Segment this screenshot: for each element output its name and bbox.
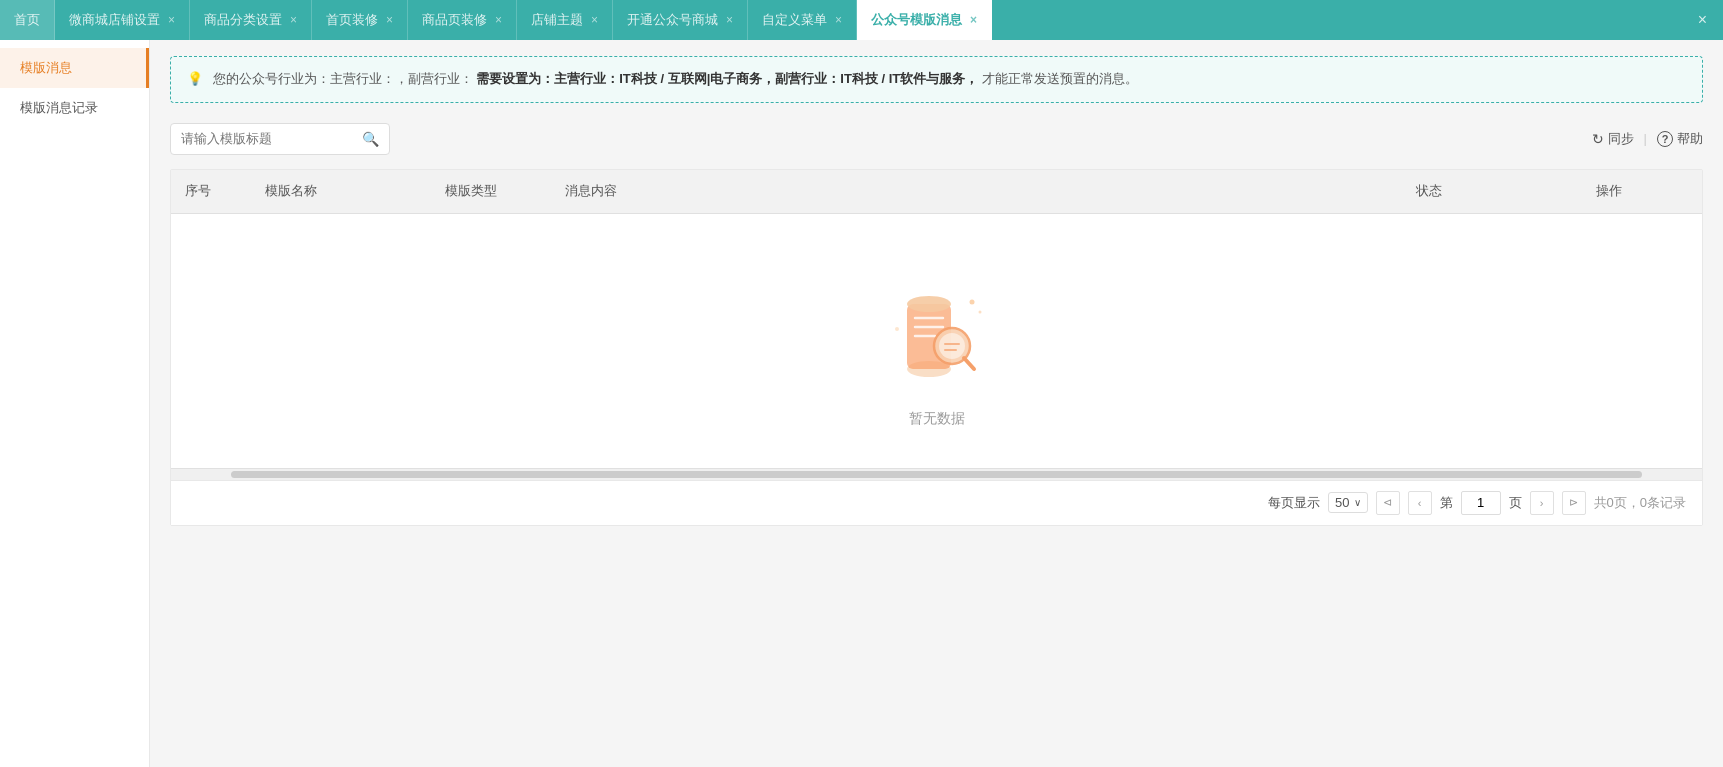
th-seq: 序号	[171, 182, 251, 200]
tab-category[interactable]: 商品分类设置 ×	[190, 0, 312, 40]
th-type: 模版类型	[431, 182, 551, 200]
search-actions: ↻ 同步 | ? 帮助	[1592, 130, 1703, 148]
horizontal-scrollbar[interactable]	[171, 468, 1702, 480]
tab-custommenu[interactable]: 自定义菜单 ×	[748, 0, 857, 40]
tab-templatemsg-close[interactable]: ×	[970, 13, 977, 27]
table-header: 序号 模版名称 模版类型 消息内容 状态 操作	[171, 170, 1702, 214]
tab-bar-close-all[interactable]: ×	[1682, 11, 1723, 29]
search-input-wrap: 🔍	[170, 123, 390, 155]
scrollbar-thumb[interactable]	[231, 471, 1642, 478]
svg-point-13	[895, 327, 899, 331]
page-suffix: 页	[1509, 494, 1522, 512]
pagination: 每页显示 50 ∨ ⊲ ‹ 第 页 › ⊳ 共0页，0条记录	[171, 480, 1702, 525]
tab-weshop[interactable]: 微商城店铺设置 ×	[55, 0, 190, 40]
help-button[interactable]: ? 帮助	[1657, 130, 1703, 148]
page-prefix: 第	[1440, 494, 1453, 512]
table-wrap: 序号 模版名称 模版类型 消息内容 状态 操作	[170, 169, 1703, 526]
empty-text: 暂无数据	[909, 410, 965, 428]
page-last-button[interactable]: ⊳	[1562, 491, 1586, 515]
chevron-down-icon: ∨	[1354, 497, 1361, 508]
tab-weshop-close[interactable]: ×	[168, 13, 175, 27]
empty-state: 暂无数据	[171, 214, 1702, 468]
page-prev-button[interactable]: ‹	[1408, 491, 1432, 515]
divider: |	[1644, 131, 1647, 146]
th-name: 模版名称	[251, 182, 431, 200]
tab-category-close[interactable]: ×	[290, 13, 297, 27]
svg-line-8	[964, 358, 974, 369]
tab-theme-close[interactable]: ×	[591, 13, 598, 27]
tab-home[interactable]: 首页	[0, 0, 55, 40]
tab-templatemsg[interactable]: 公众号模版消息 ×	[857, 0, 992, 40]
svg-point-7	[939, 333, 965, 359]
content-area: 💡 您的公众号行业为：主营行业：，副营行业： 需要设置为：主营行业：IT科技 /…	[150, 40, 1723, 767]
tab-homepage[interactable]: 首页装修 ×	[312, 0, 408, 40]
main-layout: 模版消息 模版消息记录 💡 您的公众号行业为：主营行业：，副营行业： 需要设置为…	[0, 40, 1723, 767]
page-size-label: 每页显示	[1268, 494, 1320, 512]
notice-box: 💡 您的公众号行业为：主营行业：，副营行业： 需要设置为：主营行业：IT科技 /…	[170, 56, 1703, 103]
search-icon[interactable]: 🔍	[362, 131, 379, 147]
refresh-icon: ↻	[1592, 131, 1604, 147]
help-icon: ?	[1657, 131, 1673, 147]
notice-highlight: 需要设置为：主营行业：IT科技 / 互联网|电子商务，副营行业：IT科技 / I…	[476, 71, 978, 86]
sidebar-item-template-msg[interactable]: 模版消息	[0, 48, 149, 88]
sidebar-item-template-msg-log[interactable]: 模版消息记录	[0, 88, 149, 128]
tab-theme[interactable]: 店铺主题 ×	[517, 0, 613, 40]
tab-bar: 首页 微商城店铺设置 × 商品分类设置 × 首页装修 × 商品页装修 × 店铺主…	[0, 0, 1723, 40]
tab-productpage-close[interactable]: ×	[495, 13, 502, 27]
page-size-select[interactable]: 50 ∨	[1328, 492, 1367, 513]
search-bar: 🔍 ↻ 同步 | ? 帮助	[170, 123, 1703, 155]
tab-openshop-close[interactable]: ×	[726, 13, 733, 27]
svg-point-11	[969, 299, 974, 304]
page-total: 共0页，0条记录	[1594, 494, 1686, 512]
tab-custommenu-close[interactable]: ×	[835, 13, 842, 27]
search-input[interactable]	[181, 131, 356, 146]
tab-openshop[interactable]: 开通公众号商城 ×	[613, 0, 748, 40]
sidebar: 模版消息 模版消息记录	[0, 40, 150, 767]
tab-productpage[interactable]: 商品页装修 ×	[408, 0, 517, 40]
svg-point-2	[907, 296, 951, 312]
empty-icon	[877, 274, 997, 394]
th-status: 状态	[1402, 182, 1582, 200]
tab-homepage-close[interactable]: ×	[386, 13, 393, 27]
page-first-button[interactable]: ⊲	[1376, 491, 1400, 515]
th-content: 消息内容	[551, 182, 1402, 200]
page-number-input[interactable]	[1461, 491, 1501, 515]
svg-point-12	[978, 310, 981, 313]
th-action: 操作	[1582, 182, 1702, 200]
sync-button[interactable]: ↻ 同步	[1592, 130, 1634, 148]
page-next-button[interactable]: ›	[1530, 491, 1554, 515]
notice-icon: 💡	[187, 71, 203, 86]
